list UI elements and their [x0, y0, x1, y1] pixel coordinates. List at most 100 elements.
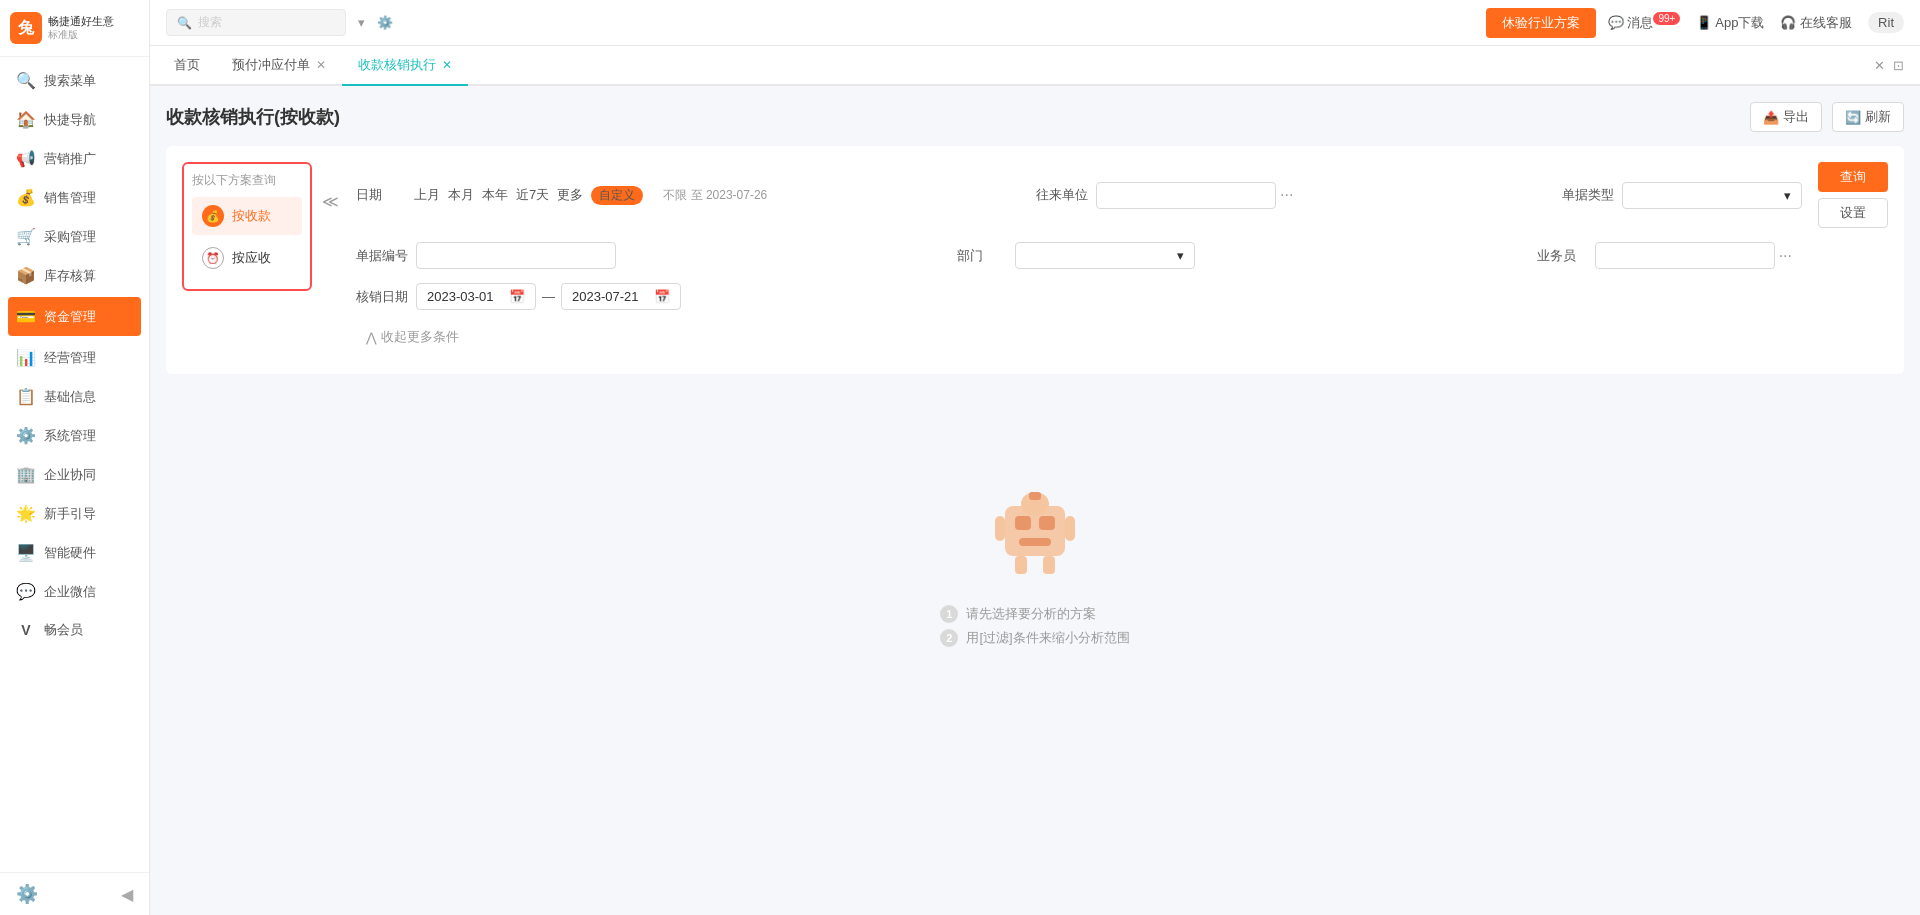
- voucher-type-select[interactable]: ▾: [1622, 182, 1802, 209]
- voucher-no-input[interactable]: [416, 242, 616, 269]
- sidebar-item-member[interactable]: V 畅会员: [0, 611, 149, 649]
- guide-icon: 🌟: [16, 504, 36, 523]
- sidebar-item-search[interactable]: 🔍 搜索菜单: [0, 61, 149, 100]
- svg-rect-9: [1029, 492, 1041, 500]
- salesman-input[interactable]: [1595, 242, 1775, 269]
- sidebar-item-finance[interactable]: 💳 资金管理: [8, 297, 141, 336]
- shortcut-this-year[interactable]: 本年: [482, 186, 508, 204]
- refresh-button[interactable]: 🔄 刷新: [1832, 102, 1904, 132]
- topbar-search-box[interactable]: 🔍 搜索: [166, 9, 346, 36]
- online-service-label: 在线客服: [1800, 15, 1852, 30]
- filter-by-receivable[interactable]: ⏰ 按应收: [192, 239, 302, 277]
- shortcut-last-month[interactable]: 上月: [414, 186, 440, 204]
- sidebar-collapse-icon[interactable]: ◀: [121, 885, 133, 904]
- online-service-button[interactable]: 🎧 在线客服: [1780, 14, 1852, 32]
- counterparty-more-icon[interactable]: ···: [1280, 186, 1293, 204]
- industry-solution-button[interactable]: 休验行业方案: [1486, 8, 1596, 38]
- sidebar-item-purchase[interactable]: 🛒 采购管理: [0, 217, 149, 256]
- date-field: 日期 上月 本月 本年 近7天 更多 自定义: [356, 186, 643, 205]
- calendar-start-icon[interactable]: 📅: [509, 289, 525, 304]
- sidebar-item-label: 新手引导: [44, 505, 96, 523]
- tab-prepay-label: 预付冲应付单: [232, 56, 310, 74]
- empty-step-2-text: 用[过滤]条件来缩小分析范围: [966, 629, 1129, 647]
- marketing-icon: 📢: [16, 149, 36, 168]
- search-icon: 🔍: [177, 16, 192, 30]
- search-placeholder-text: 搜索: [198, 14, 222, 31]
- page-content: 收款核销执行(按收款) 📤 导出 🔄 刷新 按以下方案查询 💰: [150, 86, 1920, 915]
- sidebar-item-quicknav[interactable]: 🏠 快捷导航: [0, 100, 149, 139]
- robot-svg: [975, 466, 1095, 586]
- message-button[interactable]: 💬 消息99+: [1608, 13, 1681, 32]
- window-maximize-icon[interactable]: ⊡: [1893, 58, 1904, 73]
- dept-select[interactable]: ▾: [1015, 242, 1195, 269]
- home-icon: 🏠: [16, 110, 36, 129]
- sidebar-item-marketing[interactable]: 📢 营销推广: [0, 139, 149, 178]
- sidebar-item-wechat[interactable]: 💬 企业微信: [0, 572, 149, 611]
- sidebar-item-inventory[interactable]: 📦 库存核算: [0, 256, 149, 295]
- message-badge: 99+: [1653, 12, 1680, 25]
- tab-receipt[interactable]: 收款核销执行 ✕: [342, 46, 468, 86]
- custom-date-badge[interactable]: 自定义: [591, 186, 643, 205]
- svg-rect-6: [1015, 556, 1027, 574]
- sidebar-item-system[interactable]: ⚙️ 系统管理: [0, 416, 149, 455]
- shortcut-more[interactable]: 更多: [557, 186, 583, 204]
- window-close-icon[interactable]: ✕: [1874, 58, 1885, 73]
- sidebar-item-label: 搜索菜单: [44, 72, 96, 90]
- query-row-2: 单据编号 部门 ▾ 业务员: [356, 242, 1888, 269]
- basic-icon: 📋: [16, 387, 36, 406]
- salesman-more-icon[interactable]: ···: [1779, 247, 1792, 265]
- voucher-type-label: 单据类型: [1562, 186, 1614, 204]
- setting-button[interactable]: 设置: [1818, 198, 1888, 228]
- sidebar-item-label: 畅会员: [44, 621, 83, 639]
- counterparty-field: 往来单位 ···: [1036, 182, 1293, 209]
- sidebar-item-hardware[interactable]: 🖥️ 智能硬件: [0, 533, 149, 572]
- tab-window-controls: ✕ ⊡: [1874, 58, 1912, 73]
- collapse-more-button[interactable]: ⋀ 收起更多条件: [356, 324, 469, 350]
- shortcut-7days[interactable]: 近7天: [516, 186, 549, 204]
- tab-prepay[interactable]: 预付冲应付单 ✕: [216, 46, 342, 86]
- sidebar-item-guide[interactable]: 🌟 新手引导: [0, 494, 149, 533]
- sidebar-item-sales[interactable]: 💰 销售管理: [0, 178, 149, 217]
- query-button[interactable]: 查询: [1818, 162, 1888, 192]
- empty-step-1: 1 请先选择要分析的方案: [940, 605, 1129, 623]
- writeoff-date-group: 2023-03-01 📅 — 2023-07-21 📅: [416, 283, 681, 310]
- tab-receipt-close-icon[interactable]: ✕: [442, 58, 452, 72]
- sidebar-item-label: 智能硬件: [44, 544, 96, 562]
- shortcut-this-month[interactable]: 本月: [448, 186, 474, 204]
- calendar-end-icon[interactable]: 📅: [654, 289, 670, 304]
- sidebar-settings-icon[interactable]: ⚙️: [16, 883, 38, 905]
- date-range-suffix: 不限 至 2023-07-26: [663, 187, 767, 204]
- system-icon: ⚙️: [16, 426, 36, 445]
- counterparty-input[interactable]: [1096, 182, 1276, 209]
- filter-by-receipt[interactable]: 💰 按收款: [192, 197, 302, 235]
- main-area: 🔍 搜索 ▾ ⚙️ 休验行业方案 💬 消息99+ 📱 App下载 🎧 在线客服 …: [150, 0, 1920, 915]
- tab-prepay-close-icon[interactable]: ✕: [316, 58, 326, 72]
- sidebar-item-label: 企业协同: [44, 466, 96, 484]
- sidebar-item-label: 快捷导航: [44, 111, 96, 129]
- writeoff-date-end-input[interactable]: 2023-07-21 📅: [561, 283, 681, 310]
- topbar-dropdown-icon[interactable]: ▾: [358, 15, 365, 30]
- voucher-no-field: 单据编号: [356, 242, 616, 269]
- tab-home[interactable]: 首页: [158, 46, 216, 86]
- topbar-settings-icon[interactable]: ⚙️: [377, 15, 393, 30]
- writeoff-date-start-value: 2023-03-01: [427, 289, 494, 304]
- sidebar-item-basic[interactable]: 📋 基础信息: [0, 377, 149, 416]
- filter-panel: 按以下方案查询 💰 按收款 ⏰ 按应收 ≪ 日期: [166, 146, 1904, 374]
- export-button[interactable]: 📤 导出: [1750, 102, 1822, 132]
- svg-rect-2: [1039, 516, 1055, 530]
- sidebar-item-label: 系统管理: [44, 427, 96, 445]
- dept-field: 部门 ▾: [957, 242, 1195, 269]
- writeoff-date-start-input[interactable]: 2023-03-01 📅: [416, 283, 536, 310]
- filter-collapse-button[interactable]: ≪: [320, 162, 340, 211]
- query-row-1: 日期 上月 本月 本年 近7天 更多 自定义 不限 至 2023-07-26: [356, 162, 1888, 228]
- app-download-button[interactable]: 📱 App下载: [1696, 14, 1764, 32]
- chevron-down-icon: ▾: [1784, 188, 1791, 203]
- sidebar-item-enterprise[interactable]: 🏢 企业协同: [0, 455, 149, 494]
- receivable-option-icon: ⏰: [202, 247, 224, 269]
- user-name[interactable]: Rit: [1868, 12, 1904, 33]
- enterprise-icon: 🏢: [16, 465, 36, 484]
- step-num-1: 1: [940, 605, 958, 623]
- sidebar-item-business[interactable]: 📊 经营管理: [0, 338, 149, 377]
- topbar-actions: 💬 消息99+ 📱 App下载 🎧 在线客服 Rit: [1608, 12, 1904, 33]
- purchase-icon: 🛒: [16, 227, 36, 246]
